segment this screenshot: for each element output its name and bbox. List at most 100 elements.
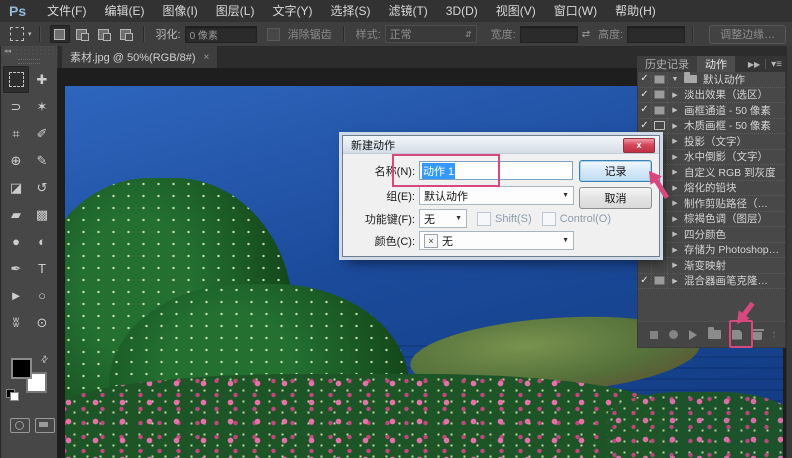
resize-grip[interactable] [773, 330, 775, 340]
toggle-cell[interactable]: ✓ [638, 88, 652, 103]
modal-cell[interactable] [652, 88, 668, 103]
action-row[interactable]: ▶存储为 Photoshop… [638, 243, 785, 259]
menu-item[interactable]: 帮助(H) [606, 4, 665, 18]
modal-cell[interactable] [652, 258, 668, 273]
menu-item[interactable]: 编辑(E) [95, 4, 153, 18]
expand-arrow-icon[interactable]: ▶ [668, 134, 682, 149]
feather-input[interactable]: 0 像素 [185, 26, 257, 43]
tab-actions[interactable]: 动作 [697, 56, 735, 72]
gradient-tool[interactable]: ▩ [29, 201, 55, 228]
modal-cell[interactable] [652, 72, 668, 87]
expand-arrow-icon[interactable]: ▶ [668, 243, 682, 258]
stop-button[interactable] [650, 329, 658, 341]
tool-preset-dropdown[interactable]: ▾ [10, 27, 32, 41]
hand-tool[interactable]: ʬ [3, 309, 29, 336]
shift-checkbox[interactable] [477, 212, 491, 226]
menu-item[interactable]: 图层(L) [207, 4, 264, 18]
record-confirm-button[interactable]: 记录 [579, 160, 652, 182]
menu-item[interactable]: 3D(D) [437, 4, 487, 18]
function-key-select[interactable]: 无 ▼ [419, 209, 467, 228]
style-select[interactable]: 正常 ⇵ [385, 25, 477, 43]
close-document-icon[interactable]: × [204, 52, 210, 63]
menu-item[interactable]: 文字(Y) [263, 4, 321, 18]
expand-arrow-icon[interactable]: ▶ [668, 274, 682, 289]
rectangular-marquee-tool[interactable] [3, 66, 29, 93]
expand-arrow-icon[interactable]: ▼ [668, 72, 682, 87]
expand-arrow-icon[interactable]: ▶ [668, 103, 682, 118]
history-brush-tool[interactable]: ↺ [29, 174, 55, 201]
expand-arrow-icon[interactable]: ▶ [668, 150, 682, 165]
expand-arrow-icon[interactable]: ▶ [668, 88, 682, 103]
toggle-cell[interactable] [638, 258, 652, 273]
modal-cell[interactable] [652, 274, 668, 289]
toggle-cell[interactable]: ✓ [638, 274, 652, 289]
type-tool[interactable]: T [29, 255, 55, 282]
menu-item[interactable]: 滤镜(T) [379, 4, 436, 18]
action-row[interactable]: ▶渐变映射 [638, 258, 785, 274]
tab-history[interactable]: 历史记录 [637, 56, 697, 72]
expand-arrow-icon[interactable]: ▶ [668, 227, 682, 242]
expand-arrow-icon[interactable]: ▶ [668, 258, 682, 273]
cancel-button[interactable]: 取消 [579, 187, 652, 209]
expand-arrow-icon[interactable]: ▶ [668, 212, 682, 227]
ellipse-tool[interactable]: ○ [29, 282, 55, 309]
toggle-cell[interactable]: ✓ [638, 103, 652, 118]
new-set-button[interactable] [708, 329, 721, 341]
swap-dimensions-icon[interactable]: ⇄ [582, 29, 590, 40]
delete-button[interactable] [753, 329, 762, 341]
dodge-tool[interactable]: ◐ [29, 228, 55, 255]
action-row[interactable]: ✓▶木质画框 - 50 像素 [638, 119, 785, 135]
add-to-selection-button[interactable] [72, 25, 92, 43]
play-button[interactable] [689, 329, 697, 341]
collapse-panels-icon[interactable]: ▶▶ [748, 60, 760, 69]
height-input[interactable] [627, 26, 685, 43]
document-tab[interactable]: 素材.jpg @ 50%(RGB/8#) × [62, 46, 218, 68]
menu-item[interactable]: 视图(V) [487, 4, 545, 18]
brush-tool[interactable]: ✎ [29, 147, 55, 174]
lasso-tool[interactable]: ⊃ [3, 93, 29, 120]
healing-brush-tool[interactable]: ⊕ [3, 147, 29, 174]
collapse-panel-icon[interactable]: ◂◂ [4, 47, 11, 55]
action-row[interactable]: ✓▶混合器画笔克隆… [638, 274, 785, 290]
dialog-title-bar[interactable]: 新建动作 [343, 136, 659, 154]
path-selection-tool[interactable]: ► [3, 282, 29, 309]
modal-cell[interactable] [652, 119, 668, 134]
action-set-row[interactable]: ✓▼默认动作 [638, 72, 785, 88]
clone-stamp-tool[interactable]: ◪ [3, 174, 29, 201]
eyedropper-tool[interactable]: ✐ [29, 120, 55, 147]
antialias-checkbox[interactable] [267, 28, 280, 41]
record-button[interactable] [669, 329, 678, 341]
eraser-tool[interactable]: ▰ [3, 201, 29, 228]
expand-arrow-icon[interactable]: ▶ [668, 119, 682, 134]
menu-item[interactable]: 图像(I) [153, 4, 206, 18]
action-row[interactable]: ✓▶画框通道 - 50 像素 [638, 103, 785, 119]
width-input[interactable] [520, 26, 578, 43]
intersect-selection-button[interactable] [116, 25, 136, 43]
set-select[interactable]: 默认动作 ▼ [419, 186, 574, 205]
action-row[interactable]: ▶投影（文字） [638, 134, 785, 150]
foreground-color-swatch[interactable] [11, 358, 32, 379]
move-tool[interactable]: ✚ [29, 66, 55, 93]
zoom-tool[interactable]: ⊙ [29, 309, 55, 336]
magic-wand-tool[interactable]: ✶ [29, 93, 55, 120]
action-row[interactable]: ▶棕褐色调（图层） [638, 212, 785, 228]
toggle-cell[interactable]: ✓ [638, 72, 652, 87]
screen-mode-button[interactable] [35, 418, 55, 433]
menu-item[interactable]: 选择(S) [321, 4, 379, 18]
modal-cell[interactable] [652, 103, 668, 118]
menu-item[interactable]: 窗口(W) [545, 4, 606, 18]
dialog-close-button[interactable]: x [623, 138, 655, 153]
blur-tool[interactable]: ● [3, 228, 29, 255]
default-colors-icon[interactable] [6, 386, 18, 398]
tools-panel-drag-bar[interactable] [1, 56, 57, 66]
quick-mask-button[interactable] [10, 418, 30, 433]
refine-edge-button[interactable]: 调整边缘… [709, 25, 786, 44]
control-checkbox[interactable] [542, 212, 556, 226]
subtract-from-selection-button[interactable] [94, 25, 114, 43]
swap-colors-icon[interactable]: ⇄ [38, 353, 51, 366]
panel-menu-icon[interactable]: ▾≡ [771, 59, 782, 70]
crop-tool[interactable]: ⌗ [3, 120, 29, 147]
action-row[interactable]: ▶四分颜色 [638, 227, 785, 243]
action-row[interactable]: ✓▶淡出效果（选区） [638, 88, 785, 104]
new-selection-button[interactable] [50, 25, 70, 43]
